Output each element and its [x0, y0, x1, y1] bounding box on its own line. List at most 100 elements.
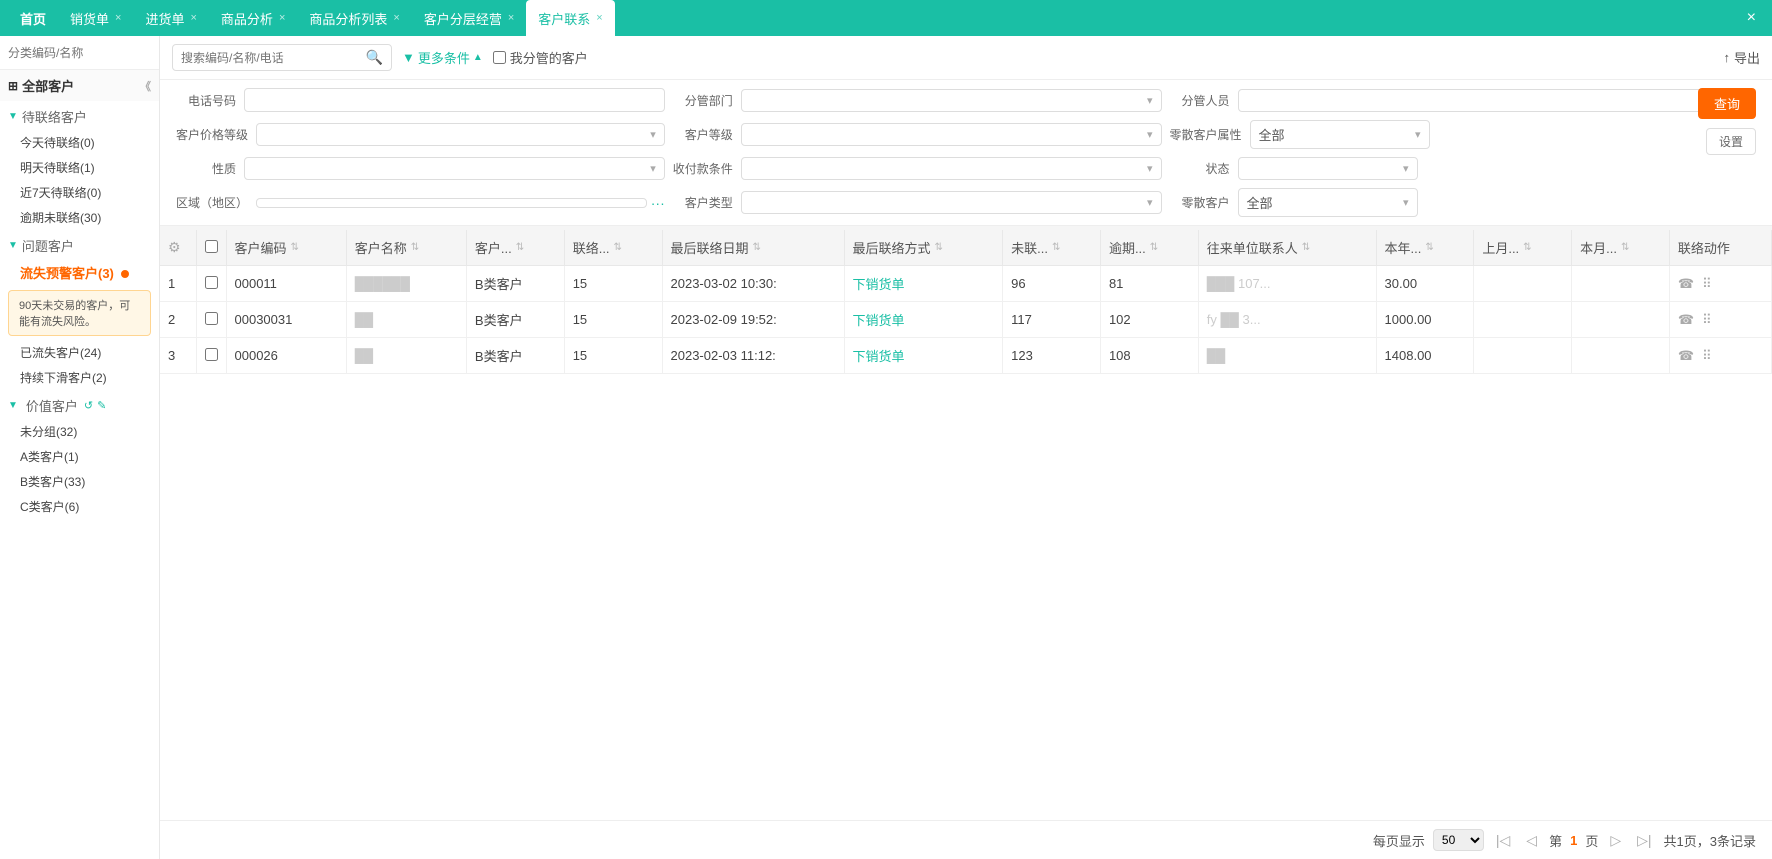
nav-tab-purchase[interactable]: 进货单 ×: [133, 0, 208, 36]
export-button[interactable]: ↑ 导出: [1723, 48, 1760, 67]
my-customers-checkbox[interactable]: [493, 51, 506, 64]
filter-select-region[interactable]: [256, 198, 647, 208]
row-checkbox[interactable]: [196, 338, 226, 374]
col-last-method: 最后联络方式 ⇅: [844, 230, 1003, 266]
more-action-icon[interactable]: ⠿: [1702, 276, 1712, 292]
filter-select-status[interactable]: ▾: [1238, 157, 1418, 180]
edit-icon[interactable]: ✎: [97, 399, 106, 412]
contact-icon[interactable]: ☎: [1678, 312, 1694, 328]
sidebar-item-b-class[interactable]: B类客户(33): [0, 469, 159, 494]
filter-select-nature[interactable]: ▾: [244, 157, 665, 180]
row-code: 000011: [226, 266, 346, 302]
filter-select-retail-attr[interactable]: 全部 ▾: [1250, 120, 1430, 149]
sidebar-item-churn-warning[interactable]: 流失预警客户(3): [0, 259, 159, 286]
search-submit-icon[interactable]: 🔍: [366, 49, 383, 66]
close-icon[interactable]: ×: [596, 12, 602, 24]
sidebar-section-pending[interactable]: ▼ 待联络客户: [0, 101, 159, 130]
gear-icon[interactable]: ⚙: [168, 239, 181, 255]
row-overdue: 81: [1100, 266, 1198, 302]
sort-icon[interactable]: ⇅: [1425, 242, 1433, 253]
sidebar-item-a-class[interactable]: A类客户(1): [0, 444, 159, 469]
row-this-month: [1572, 266, 1670, 302]
sidebar-item-tomorrow[interactable]: 明天待联络(1): [0, 155, 159, 180]
filter-label-payment: 收付款条件: [673, 160, 733, 177]
last-page-button[interactable]: ▷|: [1633, 832, 1655, 849]
row-checkbox[interactable]: [196, 302, 226, 338]
close-icon[interactable]: ×: [115, 12, 121, 24]
main-layout: 🔍 ⊞ 全部客户 《 ▼ 待联络客户 今天待联络(0) 明天待联络(1) 近7天…: [0, 36, 1772, 859]
filter-select-customer-level[interactable]: ▾: [741, 123, 1162, 146]
next-page-button[interactable]: ▷: [1606, 832, 1625, 849]
window-close-button[interactable]: ×: [1739, 9, 1764, 27]
close-icon[interactable]: ×: [279, 12, 285, 24]
filter-input-phone[interactable]: [244, 88, 665, 112]
prev-page-button[interactable]: ◁: [1522, 832, 1541, 849]
search-input[interactable]: [181, 51, 366, 65]
sort-icon[interactable]: ⇅: [411, 242, 419, 253]
close-icon[interactable]: ×: [393, 12, 399, 24]
sort-icon[interactable]: ⇅: [935, 242, 943, 253]
sidebar-item-declining[interactable]: 持续下滑客户(2): [0, 365, 159, 390]
sidebar-item-c-class[interactable]: C类客户(6): [0, 494, 159, 519]
col-last-date: 最后联络日期 ⇅: [662, 230, 844, 266]
filter-field-dept: 分管部门 ▾: [673, 89, 1162, 112]
per-page-select[interactable]: 50 100: [1433, 829, 1484, 851]
more-filter-button[interactable]: ▼ 更多条件 ▲: [402, 48, 483, 67]
row-last-method[interactable]: 下销货单: [844, 302, 1003, 338]
filter-label-dept: 分管部门: [673, 92, 733, 109]
nav-tab-goods-analysis[interactable]: 商品分析 ×: [209, 0, 297, 36]
sort-icon[interactable]: ⇅: [1523, 242, 1531, 253]
settings-button[interactable]: 设置: [1706, 128, 1756, 155]
contact-icon[interactable]: ☎: [1678, 348, 1694, 364]
nav-tab-home[interactable]: 首页: [8, 0, 58, 36]
filter-select-customer-type[interactable]: ▾: [741, 191, 1162, 214]
sort-icon[interactable]: ⇅: [516, 242, 524, 253]
query-button[interactable]: 查询: [1698, 88, 1756, 119]
close-icon[interactable]: ×: [190, 12, 196, 24]
sidebar-item-churned[interactable]: 已流失客户(24): [0, 340, 159, 365]
nav-tab-customer-layer[interactable]: 客户分层经营 ×: [412, 0, 526, 36]
col-settings[interactable]: ⚙: [160, 230, 196, 266]
filter-select-dept[interactable]: ▾: [741, 89, 1162, 112]
sidebar-all-customers[interactable]: ⊞ 全部客户 《: [0, 70, 159, 101]
sidebar-search-input[interactable]: [8, 46, 160, 60]
sidebar-item-overdue[interactable]: 逾期未联络(30): [0, 205, 159, 230]
sidebar-item-ungroup[interactable]: 未分组(32): [0, 419, 159, 444]
contact-icon[interactable]: ☎: [1678, 276, 1694, 292]
filter-select-payment[interactable]: ▾: [741, 157, 1162, 180]
row-checkbox[interactable]: [196, 266, 226, 302]
more-action-icon[interactable]: ⠿: [1702, 348, 1712, 364]
sort-icon[interactable]: ⇅: [753, 242, 761, 253]
first-page-button[interactable]: |◁: [1492, 832, 1514, 849]
sort-icon[interactable]: ⇅: [1621, 242, 1629, 253]
select-all-checkbox[interactable]: [205, 240, 218, 253]
row-action[interactable]: ☎ ⠿: [1669, 266, 1771, 302]
sort-icon[interactable]: ⇅: [291, 242, 299, 253]
chevron-down-icon: ▾: [1403, 196, 1409, 209]
row-last-method[interactable]: 下销货单: [844, 266, 1003, 302]
row-action[interactable]: ☎ ⠿: [1669, 338, 1771, 374]
row-last-method[interactable]: 下销货单: [844, 338, 1003, 374]
nav-tab-customer-contact[interactable]: 客户联系 ×: [526, 0, 614, 36]
sidebar-item-today[interactable]: 今天待联络(0): [0, 130, 159, 155]
row-this-year: 1000.00: [1376, 302, 1474, 338]
more-dots-icon[interactable]: ···: [651, 195, 665, 211]
sort-icon[interactable]: ⇅: [1052, 242, 1060, 253]
filter-select-person[interactable]: ▾: [1238, 89, 1739, 112]
sidebar-section-value[interactable]: ▼ 价值客户 ↺ ✎: [0, 390, 159, 419]
nav-tab-goods-analysis-list[interactable]: 商品分析列表 ×: [297, 0, 411, 36]
sidebar-search: 🔍: [0, 36, 159, 70]
row-action[interactable]: ☎ ⠿: [1669, 302, 1771, 338]
filter-select-price-level[interactable]: ▾: [256, 123, 665, 146]
more-action-icon[interactable]: ⠿: [1702, 312, 1712, 328]
sort-icon[interactable]: ⇅: [614, 242, 622, 253]
sidebar-item-7days[interactable]: 近7天待联络(0): [0, 180, 159, 205]
row-contact: 15: [564, 266, 662, 302]
close-icon[interactable]: ×: [508, 12, 514, 24]
sort-icon[interactable]: ⇅: [1302, 242, 1310, 253]
nav-tab-sales[interactable]: 销货单 ×: [58, 0, 133, 36]
sidebar-section-problem[interactable]: ▼ 问题客户: [0, 230, 159, 259]
filter-select-retail-customer[interactable]: 全部 ▾: [1238, 188, 1418, 217]
sort-icon[interactable]: ⇅: [1150, 242, 1158, 253]
refresh-icon[interactable]: ↺: [84, 399, 93, 412]
